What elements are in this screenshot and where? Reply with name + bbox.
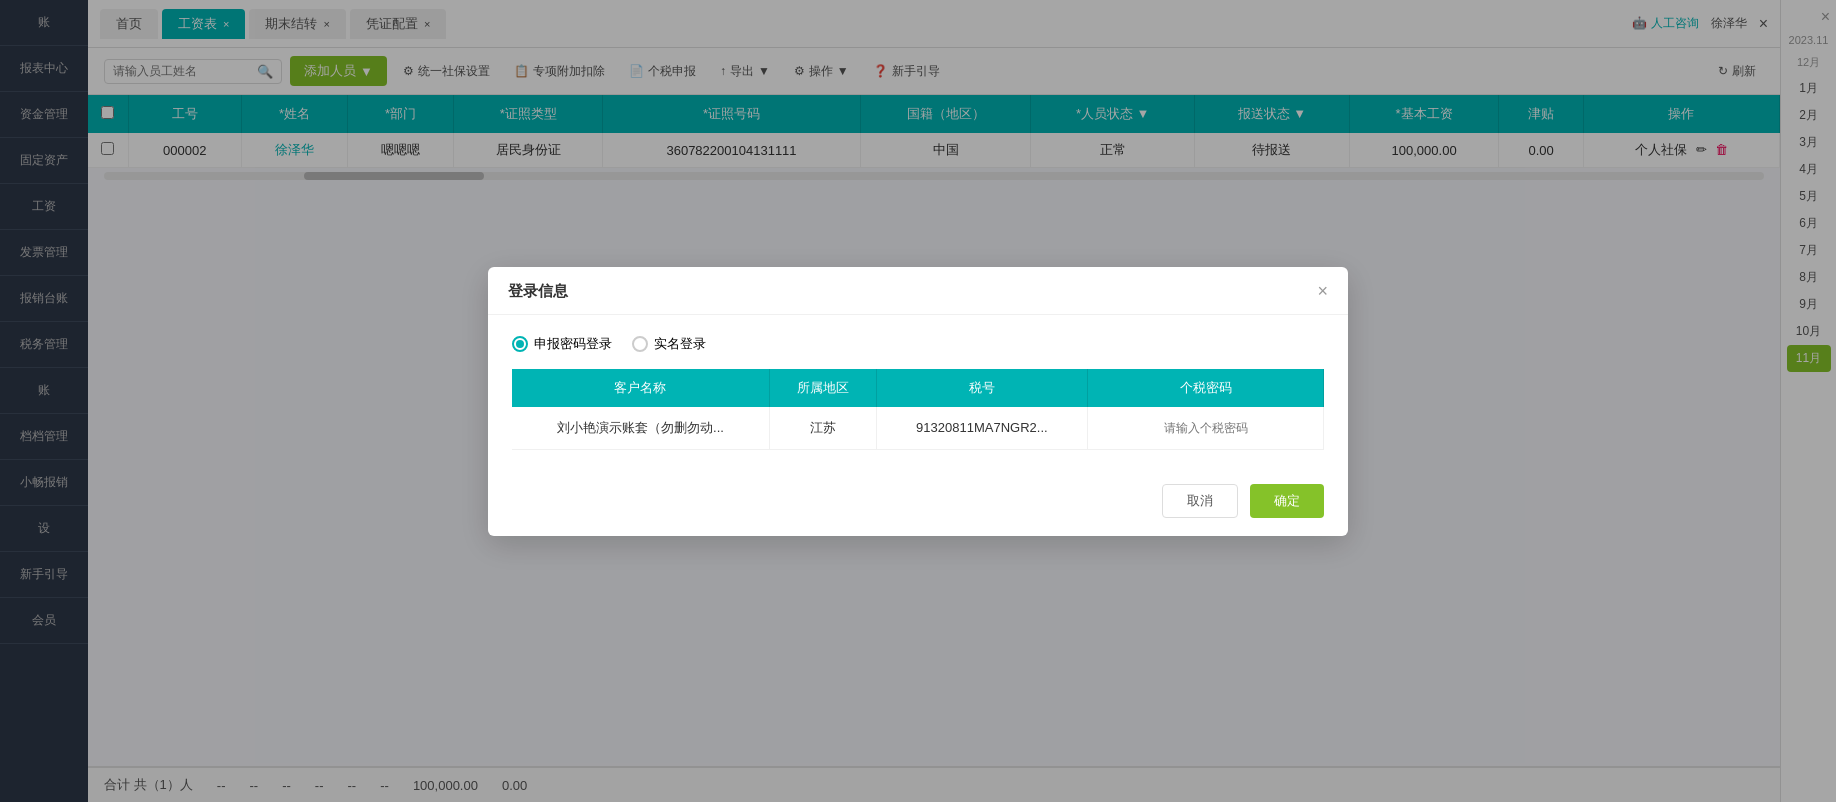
dialog-cell-tax-no: 91320811MA7NGR2...	[876, 407, 1088, 450]
radio-realname-label: 实名登录	[654, 335, 706, 353]
login-dialog: 登录信息 × 申报密码登录 实名登录 客户名称	[488, 267, 1348, 536]
dialog-close-button[interactable]: ×	[1317, 281, 1328, 302]
login-type-radio-group: 申报密码登录 实名登录	[512, 335, 1324, 353]
login-table: 客户名称 所属地区 税号 个税密码 刘小艳演示账套（勿删勿动... 江苏 913…	[512, 369, 1324, 450]
cancel-button[interactable]: 取消	[1162, 484, 1238, 518]
dialog-col-password: 个税密码	[1088, 369, 1324, 407]
confirm-button[interactable]: 确定	[1250, 484, 1324, 518]
radio-password-label: 申报密码登录	[534, 335, 612, 353]
radio-password-inner	[516, 340, 524, 348]
dialog-col-tax-no: 税号	[876, 369, 1088, 407]
radio-password-login[interactable]: 申报密码登录	[512, 335, 612, 353]
dialog-cell-password[interactable]	[1088, 407, 1324, 450]
radio-password-circle	[512, 336, 528, 352]
dialog-title: 登录信息	[508, 282, 568, 301]
dialog-header: 登录信息 ×	[488, 267, 1348, 315]
dialog-footer: 取消 确定	[488, 470, 1348, 536]
dialog-body: 申报密码登录 实名登录 客户名称 所属地区 税号 个税密码	[488, 315, 1348, 470]
dialog-table-row: 刘小艳演示账套（勿删勿动... 江苏 91320811MA7NGR2...	[512, 407, 1324, 450]
dialog-cell-client: 刘小艳演示账套（勿删勿动...	[512, 407, 769, 450]
password-input[interactable]	[1102, 421, 1309, 435]
dialog-cell-region: 江苏	[769, 407, 876, 450]
radio-realname-login[interactable]: 实名登录	[632, 335, 706, 353]
dialog-col-client: 客户名称	[512, 369, 769, 407]
radio-realname-circle	[632, 336, 648, 352]
dialog-overlay: 登录信息 × 申报密码登录 实名登录 客户名称	[0, 0, 1836, 802]
dialog-col-region: 所属地区	[769, 369, 876, 407]
